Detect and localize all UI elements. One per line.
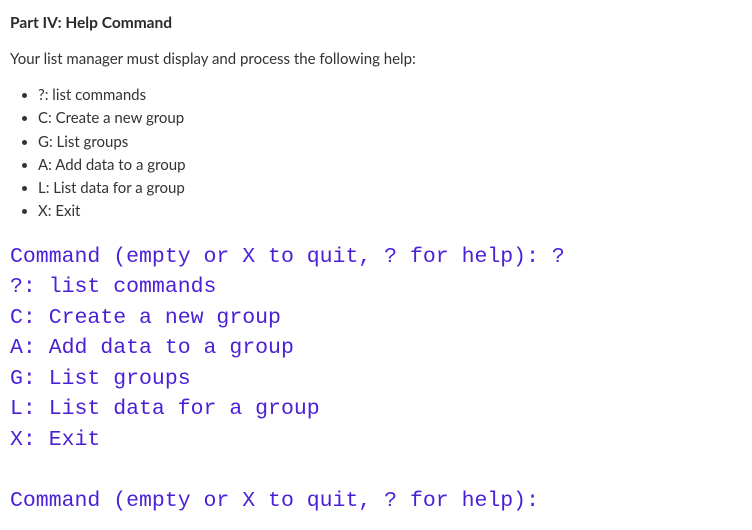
list-item: A: Add data to a group: [38, 154, 742, 177]
list-item: ?: list commands: [38, 84, 742, 107]
section-heading: Part IV: Help Command: [10, 14, 742, 32]
list-item: L: List data for a group: [38, 177, 742, 200]
list-item: G: List groups: [38, 131, 742, 154]
list-item: C: Create a new group: [38, 107, 742, 130]
help-list: ?: list commands C: Create a new group G…: [38, 84, 742, 224]
list-item: X: Exit: [38, 200, 742, 223]
intro-text: Your list manager must display and proce…: [10, 50, 742, 68]
terminal-output: Command (empty or X to quit, ? for help)…: [10, 242, 742, 517]
